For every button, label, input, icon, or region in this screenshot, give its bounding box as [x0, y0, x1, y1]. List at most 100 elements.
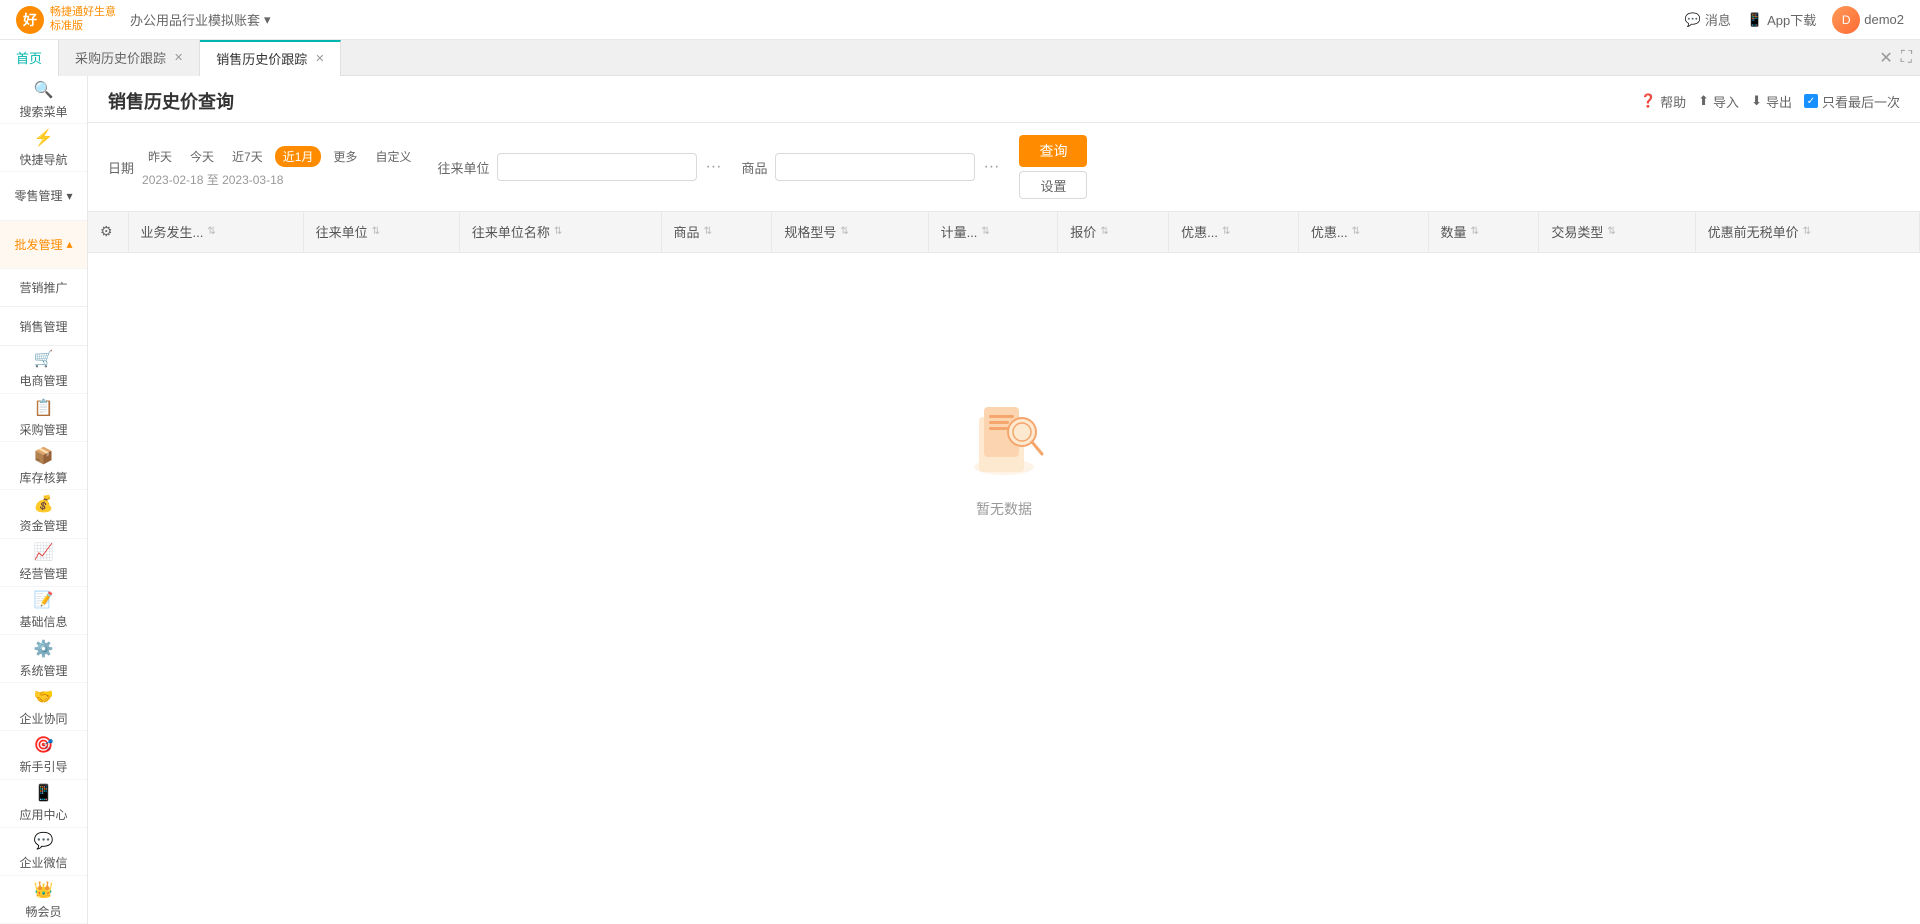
- sidebar-item-ops[interactable]: 📈 经营管理: [0, 539, 87, 587]
- message-icon: 💬: [1685, 12, 1701, 28]
- app-download-action[interactable]: 📱 App下载: [1747, 10, 1816, 29]
- sort-discount2-icon: ⇅: [1352, 226, 1360, 237]
- message-action[interactable]: 💬 消息: [1685, 10, 1731, 29]
- sidebar-item-sales-mgmt[interactable]: 销售管理: [0, 307, 87, 346]
- empty-state: 暂无数据: [88, 253, 1920, 653]
- date-btn-1month[interactable]: 近1月: [275, 146, 322, 167]
- sidebar-label-member: 畅会员: [25, 903, 61, 920]
- sales-history-tab-close[interactable]: ✕: [315, 52, 324, 65]
- goods-input-dots[interactable]: ···: [983, 158, 999, 176]
- sidebar-item-enterprise[interactable]: 🤝 企业协同: [0, 683, 87, 731]
- date-btn-today[interactable]: 今天: [184, 146, 220, 167]
- content-area: 销售历史价查询 ❓ 帮助 ⬆ 导入 ⬇ 导出 ✓ 只看最后一次: [88, 76, 1920, 924]
- only-last-checkbox[interactable]: ✓ 只看最后一次: [1804, 92, 1900, 111]
- tab-bar-actions: ✕ ⛶: [1879, 48, 1920, 68]
- appcenter-icon: 📱: [34, 783, 54, 803]
- export-action[interactable]: ⬇ 导出: [1751, 92, 1792, 111]
- tab-purchase-history[interactable]: 采购历史价跟踪 ✕: [59, 40, 200, 76]
- sidebar-item-retail[interactable]: 零售管理 ▾: [0, 172, 87, 220]
- date-btn-more[interactable]: 更多: [327, 146, 363, 167]
- sidebar-label-system: 系统管理: [19, 662, 67, 679]
- tab-sales-history[interactable]: 销售历史价跟踪 ✕: [200, 40, 341, 76]
- th-partner-name[interactable]: 往来单位名称 ⇅: [459, 212, 661, 252]
- date-filters: 昨天 今天 近7天 近1月 更多 自定义 2023-02-18 至 2023-0…: [142, 146, 417, 188]
- sidebar-label-enterprise-wechat: 企业微信: [19, 854, 67, 871]
- search-button[interactable]: 查询: [1019, 135, 1087, 167]
- settings-button[interactable]: 设置: [1019, 171, 1087, 199]
- sidebar-item-wholesale[interactable]: 批发管理 ▴: [0, 221, 87, 269]
- help-action[interactable]: ❓ 帮助: [1640, 92, 1686, 111]
- date-btn-yesterday[interactable]: 昨天: [142, 146, 178, 167]
- sidebar-label-newbie: 新手引导: [19, 758, 67, 775]
- sidebar: 🔍 搜索菜单 ⚡ 快捷导航 零售管理 ▾ 批发管理 ▴ 营销推广 销售管理 🛒 …: [0, 76, 88, 924]
- sidebar-item-inventory[interactable]: 📦 库存核算: [0, 442, 87, 490]
- enterprise-icon: 🤝: [34, 687, 54, 707]
- table-settings-icon[interactable]: ⚙: [100, 223, 113, 239]
- chevron-down-icon: ▾: [264, 12, 271, 28]
- sidebar-label-purchase: 采购管理: [19, 421, 67, 438]
- th-biz-date[interactable]: 业务发生... ⇅: [128, 212, 303, 252]
- member-icon: 👑: [34, 880, 54, 900]
- sidebar-item-appcenter[interactable]: 📱 应用中心: [0, 780, 87, 828]
- th-trade-type[interactable]: 交易类型 ⇅: [1539, 212, 1695, 252]
- partner-input[interactable]: [497, 153, 697, 181]
- sort-partner-code-icon: ⇅: [372, 226, 380, 237]
- phone-icon: 📱: [1747, 12, 1763, 28]
- date-btn-custom[interactable]: 自定义: [369, 146, 417, 167]
- sales-history-tab-label: 销售历史价跟踪: [216, 49, 307, 68]
- table-settings-col[interactable]: ⚙: [88, 212, 128, 252]
- purchase-history-tab-close[interactable]: ✕: [174, 51, 183, 64]
- goods-input[interactable]: [775, 153, 975, 181]
- th-pretax-price[interactable]: 优惠前无税单价 ⇅: [1695, 212, 1919, 252]
- sidebar-item-member[interactable]: 👑 畅会员: [0, 876, 87, 924]
- th-discount2[interactable]: 优惠... ⇅: [1298, 212, 1428, 252]
- sidebar-item-search-menu[interactable]: 🔍 搜索菜单: [0, 76, 87, 124]
- sort-spec-icon: ⇅: [840, 226, 848, 237]
- ecom-icon: 🛒: [34, 349, 54, 369]
- sidebar-item-purchase[interactable]: 📋 采购管理: [0, 394, 87, 442]
- date-btn-row: 昨天 今天 近7天 近1月 更多 自定义: [142, 146, 417, 167]
- tab-home[interactable]: 首页: [0, 40, 59, 76]
- sidebar-item-newbie[interactable]: 🎯 新手引导: [0, 731, 87, 779]
- date-btn-7days[interactable]: 近7天: [226, 146, 269, 167]
- sidebar-item-finance[interactable]: 💰 资金管理: [0, 490, 87, 538]
- th-unit[interactable]: 计量... ⇅: [928, 212, 1058, 252]
- sidebar-item-marketing[interactable]: 营销推广: [0, 269, 87, 308]
- th-goods[interactable]: 商品 ⇅: [661, 212, 772, 252]
- close-tab-icon[interactable]: ✕: [1879, 48, 1892, 68]
- filter-area: 日期 昨天 今天 近7天 近1月 更多 自定义 2023-02-18 至 202…: [88, 123, 1920, 212]
- sidebar-item-basic[interactable]: 📝 基础信息: [0, 587, 87, 635]
- enterprise-wechat-icon: 💬: [34, 831, 54, 851]
- data-table: ⚙ 业务发生... ⇅ 往来单位 ⇅: [88, 212, 1920, 253]
- date-filter-label: 日期: [108, 158, 134, 177]
- sidebar-item-system[interactable]: ⚙️ 系统管理: [0, 635, 87, 683]
- th-spec[interactable]: 规格型号 ⇅: [772, 212, 928, 252]
- app-selector[interactable]: 办公用品行业模拟账套 ▾: [124, 8, 277, 31]
- import-action[interactable]: ⬆ 导入: [1698, 92, 1739, 111]
- sidebar-item-ecom[interactable]: 🛒 电商管理: [0, 346, 87, 394]
- sidebar-item-quick-nav[interactable]: ⚡ 快捷导航: [0, 124, 87, 172]
- goods-filter-label: 商品: [741, 158, 767, 177]
- header-left: 好 畅捷通好生意 标准版 办公用品行业模拟账套 ▾: [16, 6, 277, 34]
- th-discount1[interactable]: 优惠... ⇅: [1169, 212, 1299, 252]
- fullscreen-icon[interactable]: ⛶: [1901, 49, 1912, 67]
- logo-area: 好 畅捷通好生意 标准版: [16, 6, 116, 34]
- th-partner-code[interactable]: 往来单位 ⇅: [303, 212, 459, 252]
- sidebar-label-retail: 零售管理: [14, 187, 62, 204]
- sidebar-label-inventory: 库存核算: [19, 469, 67, 486]
- sidebar-label-basic: 基础信息: [19, 613, 67, 630]
- sort-quote-icon: ⇅: [1100, 226, 1108, 237]
- table-area: ⚙ 业务发生... ⇅ 往来单位 ⇅: [88, 212, 1920, 924]
- sidebar-label-sales-mgmt: 销售管理: [19, 318, 67, 335]
- header-right: 💬 消息 📱 App下载 D demo2: [1685, 6, 1904, 34]
- sidebar-label-quick-nav: 快捷导航: [19, 151, 67, 168]
- partner-input-dots[interactable]: ···: [705, 158, 721, 176]
- th-quote[interactable]: 报价 ⇅: [1058, 212, 1169, 252]
- inventory-icon: 📦: [34, 446, 54, 466]
- th-quantity[interactable]: 数量 ⇅: [1428, 212, 1539, 252]
- basic-icon: 📝: [34, 590, 54, 610]
- app-logo-text: 畅捷通好生意 标准版: [50, 6, 116, 32]
- user-action[interactable]: D demo2: [1832, 6, 1904, 34]
- date-range-display: 2023-02-18 至 2023-03-18: [142, 171, 417, 188]
- sidebar-item-enterprise-wechat[interactable]: 💬 企业微信: [0, 828, 87, 876]
